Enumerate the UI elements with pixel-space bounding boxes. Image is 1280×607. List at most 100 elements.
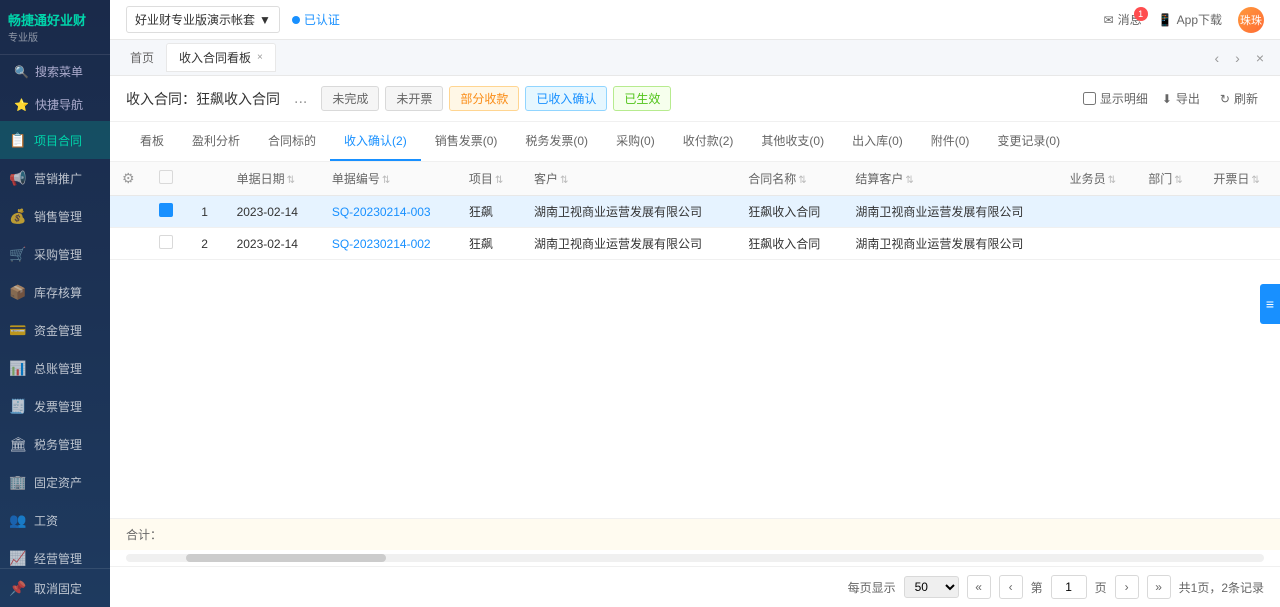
scrollbar-thumb[interactable]	[186, 554, 386, 562]
th-end-customer[interactable]: 结算客户⇅	[843, 162, 1057, 196]
status-tag-partial[interactable]: 部分收款	[449, 86, 519, 111]
th-date[interactable]: 单据日期⇅	[225, 162, 320, 196]
sidebar-item-purchase[interactable]: 🛒 采购管理	[0, 235, 110, 273]
footer-total-label: 合计：	[126, 526, 162, 543]
table-row[interactable]: 1 2023-02-14 SQ-20230214-003 狂飙 湖南卫视商业运营…	[110, 196, 1280, 228]
sidebar-item-biz[interactable]: 📈 经营管理	[0, 539, 110, 568]
tab-revenue-confirm[interactable]: 收入确认(2)	[330, 122, 421, 161]
row-checkbox-2[interactable]	[159, 235, 173, 249]
home-tab[interactable]: 首页	[122, 45, 162, 70]
th-contract[interactable]: 合同名称⇅	[736, 162, 843, 196]
message-button[interactable]: ✉ 消息 1	[1104, 11, 1142, 28]
th-open-date[interactable]: 开票日⇅	[1201, 162, 1280, 196]
sidebar-item-hr[interactable]: 👥 工资	[0, 501, 110, 539]
sidebar-bottom: 📌 取消固定	[0, 568, 110, 607]
cell-number-2[interactable]: SQ-20230214-002	[320, 228, 457, 260]
tab-purchase[interactable]: 采购(0)	[602, 122, 669, 161]
refresh-button[interactable]: ↻ 刷新	[1214, 86, 1264, 111]
page-number-input[interactable]	[1051, 575, 1087, 599]
table-row[interactable]: 2 2023-02-14 SQ-20230214-002 狂飙 湖南卫视商业运营…	[110, 228, 1280, 260]
topbar: 好业财专业版演示帐套 ▼ 已认证 ✉ 消息 1 📱 App下载 珠珠	[110, 0, 1280, 40]
sidebar-item-capital[interactable]: 💳 资金管理	[0, 311, 110, 349]
th-customer[interactable]: 客户⇅	[522, 162, 736, 196]
tab-other-income[interactable]: 其他收支(0)	[747, 122, 838, 161]
first-page-button[interactable]: «	[967, 575, 991, 599]
topbar-right: ✉ 消息 1 📱 App下载 珠珠	[1104, 7, 1264, 33]
total-info: 共1页，2条记录	[1179, 579, 1264, 596]
certified-dot	[292, 16, 300, 24]
cell-check-2[interactable]	[147, 228, 185, 260]
per-page-select[interactable]: 50 100 200	[904, 576, 959, 598]
tab-change-log[interactable]: 变更记录(0)	[983, 122, 1074, 161]
th-number[interactable]: 单据编号⇅	[320, 162, 457, 196]
status-tag-confirmed[interactable]: 已收入确认	[525, 86, 607, 111]
next-tab-button[interactable]: ›	[1231, 48, 1244, 68]
th-salesman[interactable]: 业务员⇅	[1058, 162, 1137, 196]
th-project[interactable]: 项目⇅	[457, 162, 522, 196]
sidebar-item-label: 总账管理	[34, 360, 82, 377]
user-menu[interactable]: 珠珠	[1238, 7, 1264, 33]
tab-profit[interactable]: 盈利分析	[178, 122, 254, 161]
close-tab-button[interactable]: ×	[257, 52, 263, 63]
show-detail-label: 显示明细	[1100, 90, 1148, 107]
tab-contract-subject[interactable]: 合同标的	[254, 122, 330, 161]
more-button[interactable]: ...	[288, 88, 313, 110]
close-all-tabs-button[interactable]: ×	[1252, 48, 1268, 68]
cell-settings-2	[110, 228, 147, 260]
nav-icon: ⭐	[14, 98, 29, 112]
message-icon: ✉	[1104, 13, 1114, 27]
tab-payment[interactable]: 收付款(2)	[669, 122, 748, 161]
sort-customer-icon: ⇅	[560, 175, 568, 186]
next-page-button[interactable]: ›	[1115, 575, 1139, 599]
active-tab[interactable]: 收入合同看板 ×	[166, 43, 276, 72]
detail-checkbox-input[interactable]	[1083, 92, 1096, 105]
unpin-icon: 📌	[8, 578, 28, 598]
chevron-down-icon: ▼	[259, 13, 271, 27]
th-idx	[185, 162, 225, 196]
tabbar: 首页 收入合同看板 × ‹ › ×	[110, 40, 1280, 76]
horizontal-scrollbar[interactable]	[126, 554, 1264, 562]
sidebar-item-sales[interactable]: 💰 销售管理	[0, 197, 110, 235]
cell-check-1[interactable]	[147, 196, 185, 228]
prev-tab-button[interactable]: ‹	[1210, 48, 1223, 68]
table-body: 1 2023-02-14 SQ-20230214-003 狂飙 湖南卫视商业运营…	[110, 196, 1280, 260]
link-number-2[interactable]: SQ-20230214-002	[332, 237, 431, 251]
export-label: 导出	[1176, 90, 1200, 107]
sidebar-item-tax[interactable]: 🏛 税务管理	[0, 425, 110, 463]
select-all-checkbox[interactable]	[159, 170, 173, 184]
prev-page-button[interactable]: ‹	[999, 575, 1023, 599]
sidebar-item-project[interactable]: 📋 项目合同	[0, 121, 110, 159]
tab-attachments[interactable]: 附件(0)	[917, 122, 984, 161]
project-icon: 📋	[8, 130, 28, 150]
status-tag-uninvoiced[interactable]: 未开票	[385, 86, 443, 111]
tab-board[interactable]: 看板	[126, 122, 178, 161]
main-area: 好业财专业版演示帐套 ▼ 已认证 ✉ 消息 1 📱 App下载 珠珠	[110, 0, 1280, 607]
sidebar-item-marketing[interactable]: 📢 营销推广	[0, 159, 110, 197]
unpin-button[interactable]: 📌 取消固定	[0, 569, 110, 607]
tab-tax-invoice[interactable]: 税务发票(0)	[511, 122, 602, 161]
link-number-1[interactable]: SQ-20230214-003	[332, 205, 431, 219]
status-tag-effective[interactable]: 已生效	[613, 86, 671, 111]
column-settings-icon[interactable]: ⚙	[122, 170, 135, 186]
th-department[interactable]: 部门⇅	[1136, 162, 1201, 196]
status-tag-incomplete[interactable]: 未完成	[321, 86, 379, 111]
tab-warehouse[interactable]: 出入库(0)	[838, 122, 917, 161]
show-detail-checkbox[interactable]: 显示明细	[1083, 90, 1148, 107]
sidebar-item-label: 税务管理	[34, 436, 82, 453]
export-button[interactable]: ⬇ 导出	[1156, 86, 1206, 111]
hr-icon: 👥	[8, 510, 28, 530]
cell-number-1[interactable]: SQ-20230214-003	[320, 196, 457, 228]
sidebar-item-inventory[interactable]: 📦 库存核算	[0, 273, 110, 311]
sidebar-item-general[interactable]: 📊 总账管理	[0, 349, 110, 387]
row-checkbox-1[interactable]	[159, 203, 173, 217]
right-panel-toggle[interactable]: ≡	[1260, 284, 1280, 324]
tab-sales-invoice[interactable]: 销售发票(0)	[421, 122, 512, 161]
company-select[interactable]: 好业财专业版演示帐套 ▼	[126, 6, 280, 33]
sidebar-item-invoice[interactable]: 🧾 发票管理	[0, 387, 110, 425]
search-menu[interactable]: 🔍 搜索菜单	[0, 55, 110, 88]
sidebar-item-fixed[interactable]: 🏢 固定资产	[0, 463, 110, 501]
app-download-button[interactable]: 📱 App下载	[1158, 11, 1222, 28]
cell-salesman-2	[1058, 228, 1137, 260]
last-page-button[interactable]: »	[1147, 575, 1171, 599]
quick-nav[interactable]: ⭐ 快捷导航	[0, 88, 110, 121]
